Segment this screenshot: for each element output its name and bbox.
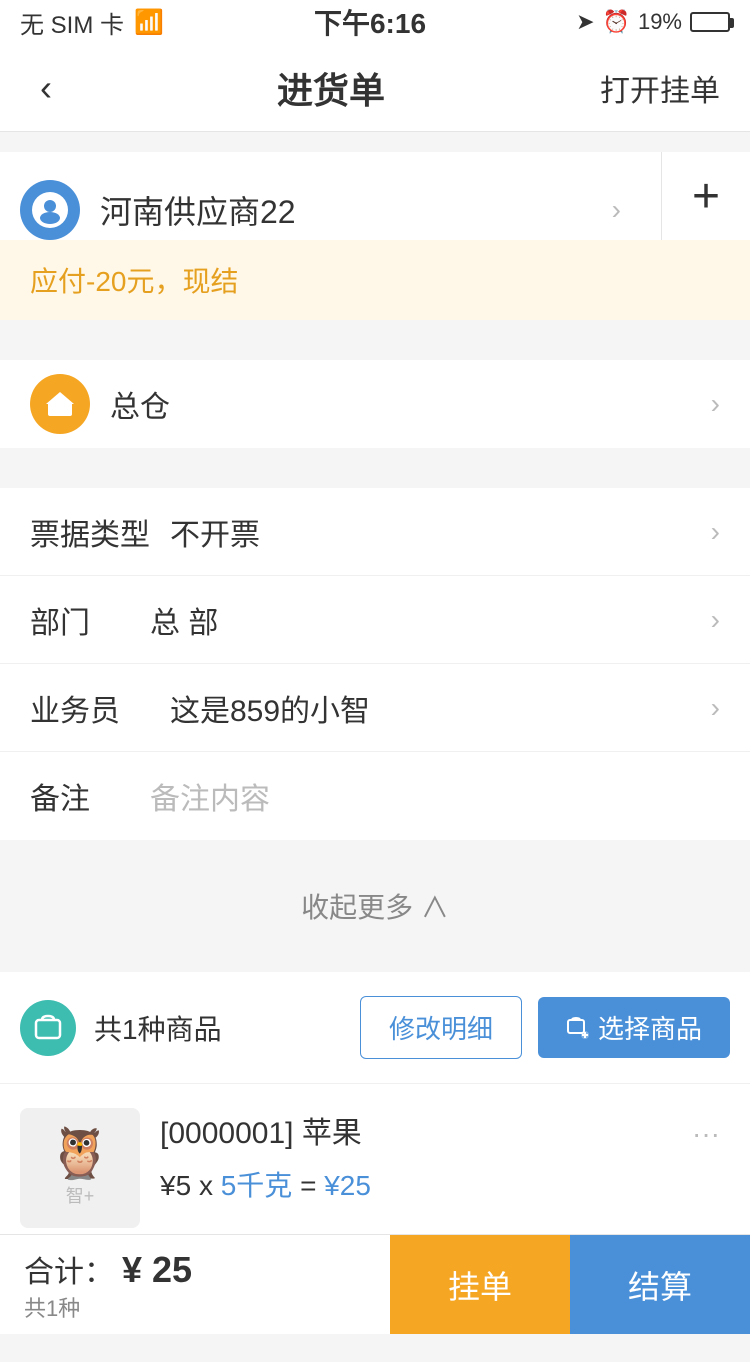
dept-chevron-icon: ›: [711, 604, 720, 636]
warehouse-name: 总仓: [110, 382, 711, 426]
invoice-label: 票据类型: [30, 510, 170, 554]
total-label: 合计： ¥ 25: [24, 1247, 366, 1291]
avatar: [20, 180, 80, 240]
divider-1: [0, 320, 750, 340]
add-supplier-button[interactable]: +: [662, 152, 750, 240]
status-left: 无 SIM 卡 📶: [20, 5, 164, 40]
more-options-button[interactable]: ···: [682, 1108, 730, 1160]
salesman-label: 业务员: [30, 686, 170, 730]
salesman-value: 这是859的小智: [170, 686, 711, 730]
product-count: 共1种商品: [94, 1008, 360, 1048]
equals-sign: =: [300, 1170, 316, 1201]
form-section: 票据类型 不开票 › 部门 总 部 › 业务员 这是859的小智 › 备注 备注…: [0, 488, 750, 840]
hang-button[interactable]: 挂单: [390, 1235, 570, 1334]
checkout-button[interactable]: 结算: [570, 1235, 750, 1334]
total-amount: ¥ 25: [122, 1249, 192, 1291]
supplier-left[interactable]: 河南供应商22 ›: [0, 152, 662, 240]
supplier-section: 河南供应商22 › +: [0, 152, 750, 240]
product-price: ¥5 x 5千克 = ¥25: [160, 1164, 682, 1204]
dept-row[interactable]: 部门 总 部 ›: [0, 576, 750, 664]
dept-value: 总 部: [150, 598, 711, 642]
open-pending-button[interactable]: 打开挂单: [600, 66, 720, 110]
nav-bar: ‹ 进货单 打开挂单: [0, 44, 750, 132]
product-icon: [20, 1000, 76, 1056]
supplier-chevron-icon: ›: [612, 194, 621, 226]
salesman-row[interactable]: 业务员 这是859的小智 ›: [0, 664, 750, 752]
product-name: [0000001] 苹果: [160, 1108, 682, 1152]
product-total: ¥25: [324, 1170, 371, 1201]
product-section: 共1种商品 修改明细 选择商品 🦉 智+ [0000001] 苹果: [0, 972, 750, 1252]
page-title: 进货单: [277, 62, 385, 114]
warehouse-icon: [30, 374, 90, 434]
battery-percent: 19%: [638, 9, 682, 35]
edit-detail-button[interactable]: 修改明细: [360, 996, 522, 1059]
select-product-label: 选择商品: [598, 1009, 702, 1046]
status-bar: 无 SIM 卡 📶 下午6:16 ➤ ⏰ 19%: [0, 0, 750, 44]
remark-label: 备注: [30, 774, 150, 818]
battery-icon: [690, 12, 730, 32]
price-unit: ¥5: [160, 1170, 191, 1201]
total-section: 合计： ¥ 25 共1种: [0, 1235, 390, 1334]
salesman-chevron-icon: ›: [711, 692, 720, 724]
multiply-sign: x: [199, 1170, 213, 1201]
product-title: 苹果: [302, 1117, 362, 1150]
select-product-button[interactable]: 选择商品: [538, 997, 730, 1058]
divider-2: [0, 448, 750, 468]
balance-notice: 应付-20元，现结: [0, 240, 750, 320]
product-info: [0000001] 苹果 ¥5 x 5千克 = ¥25: [160, 1108, 682, 1204]
supplier-name: 河南供应商22: [100, 187, 612, 233]
divider-top: [0, 132, 750, 152]
wifi-icon: 📶: [134, 8, 164, 37]
warehouse-chevron-icon: ›: [711, 388, 720, 420]
product-code: [0000001]: [160, 1117, 293, 1150]
carrier-label: 无 SIM 卡: [20, 5, 124, 40]
back-button[interactable]: ‹: [30, 57, 62, 119]
bottom-bar: 合计： ¥ 25 共1种 挂单 结算: [0, 1234, 750, 1334]
warehouse-row[interactable]: 总仓 ›: [0, 360, 750, 448]
product-thumbnail: 🦉 智+: [20, 1108, 140, 1228]
total-sub: 共1种: [24, 1291, 366, 1323]
invoice-value: 不开票: [170, 510, 711, 554]
total-label-text: 合计：: [24, 1247, 114, 1291]
location-icon: ➤: [576, 9, 594, 35]
alarm-icon: ⏰: [603, 9, 630, 35]
status-time: 下午6:16: [314, 2, 426, 42]
remark-input[interactable]: 备注内容: [150, 774, 720, 818]
remark-row[interactable]: 备注 备注内容: [0, 752, 750, 840]
collapse-label: 收起更多 ∧: [301, 892, 449, 923]
product-item: 🦉 智+ [0000001] 苹果 ¥5 x 5千克 = ¥25 ···: [0, 1084, 750, 1252]
collapse-bar[interactable]: 收起更多 ∧: [0, 860, 750, 952]
product-qty: 5千克: [221, 1170, 293, 1201]
status-right: ➤ ⏰ 19%: [576, 9, 730, 35]
dept-label: 部门: [30, 598, 150, 642]
invoice-row[interactable]: 票据类型 不开票 ›: [0, 488, 750, 576]
product-header: 共1种商品 修改明细 选择商品: [0, 972, 750, 1084]
invoice-chevron-icon: ›: [711, 516, 720, 548]
